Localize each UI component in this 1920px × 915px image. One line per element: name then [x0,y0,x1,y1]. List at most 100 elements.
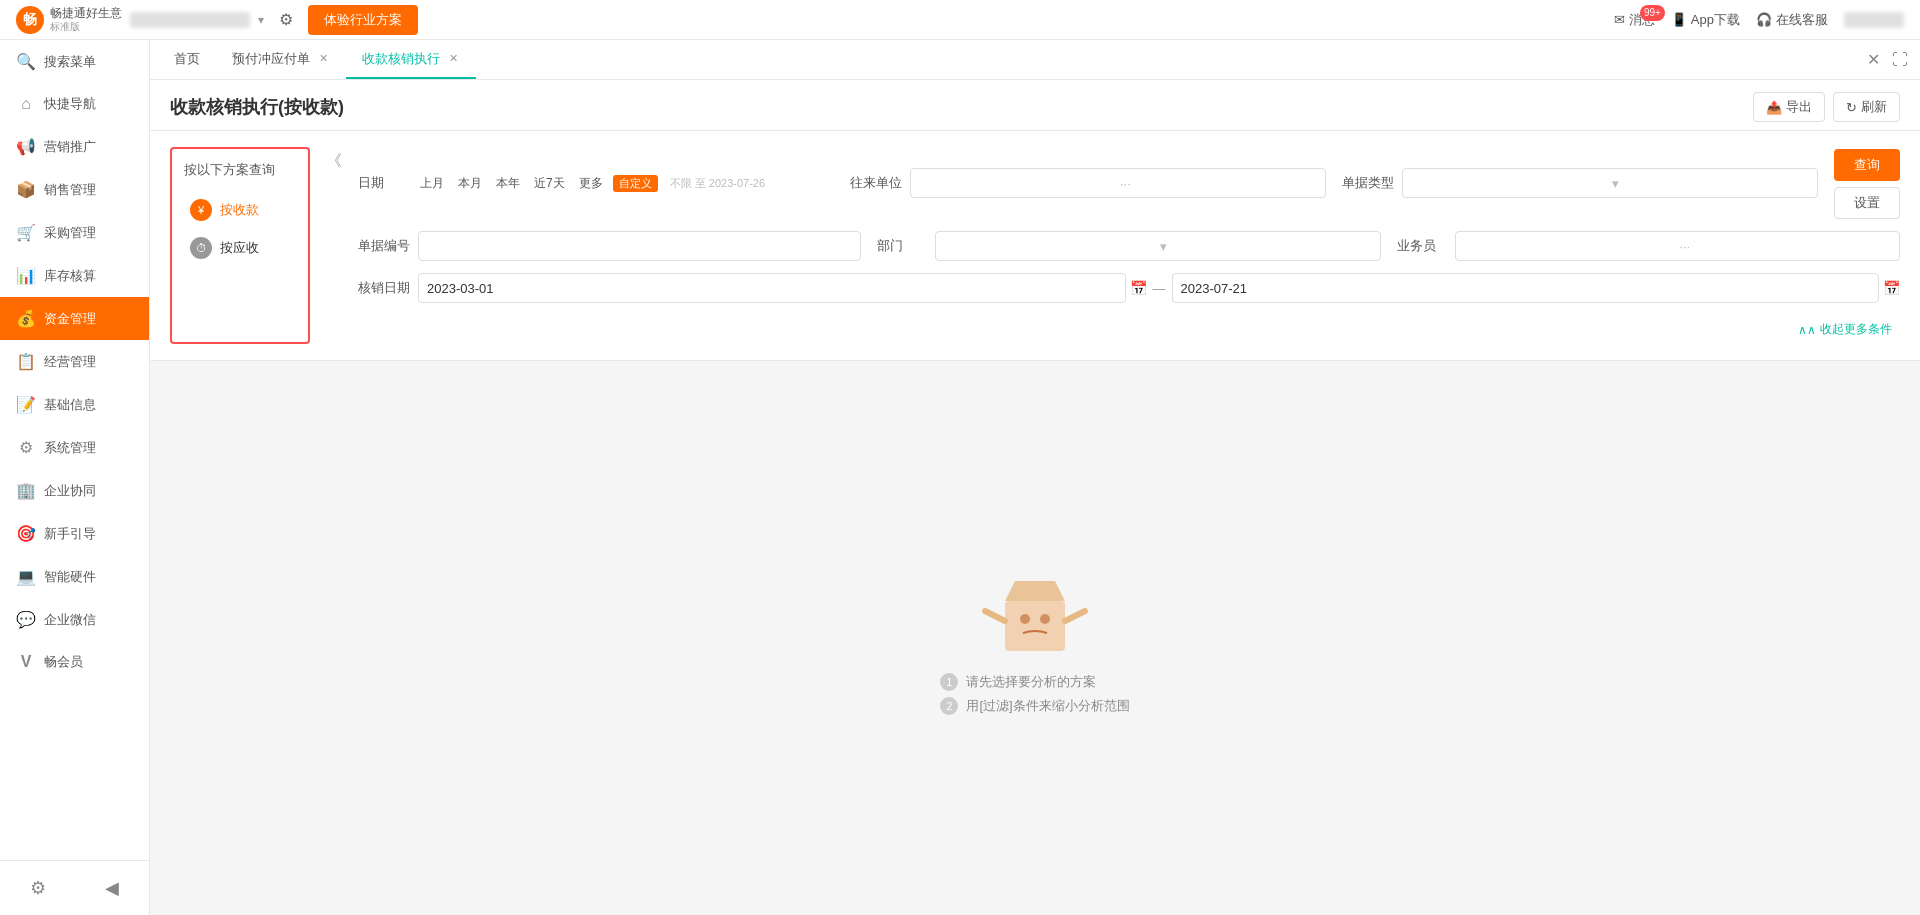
verify-date-end-input[interactable] [1172,273,1880,303]
member-icon: V [16,653,36,671]
quick-date-lastmonth[interactable]: 上月 [416,173,448,194]
quick-date-thismonth[interactable]: 本月 [454,173,486,194]
solution-button[interactable]: 体验行业方案 [308,5,418,35]
quick-date-more[interactable]: 更多 [575,173,607,194]
collapse-more-btn[interactable]: ∧∧ 收起更多条件 [1790,319,1900,340]
filter-option-by-receipt[interactable]: ¥ 按收款 [184,191,296,229]
tab-prepay-close[interactable]: ✕ [316,52,330,66]
quick-date-thisyear[interactable]: 本年 [492,173,524,194]
sidebar-item-hardware[interactable]: 💻 智能硬件 [0,555,149,598]
collapse-more-row: ∧∧ 收起更多条件 [358,315,1900,344]
sidebar-collapse-btn[interactable]: ◀ [97,873,127,903]
sidebar-label-member: 畅会员 [44,653,83,671]
app-download-action[interactable]: 📱 App下载 [1671,11,1740,29]
app-download-label: App下载 [1691,11,1740,29]
date-separator: — [1153,281,1166,296]
tab-expand-btn[interactable]: ⛶ [1888,47,1912,73]
brand-info: 畅捷通好生意 标准版 [50,6,122,32]
sidebar-label-operations: 经营管理 [44,353,96,371]
filter-main-fields: 日期 上月 本月 本年 近7天 更多 自定义 不限 至 2023-07-26 [358,147,1900,344]
top-header: 畅 畅捷通好生意 标准版 ▾ ⚙ 体验行业方案 ✉ 消息 99+ 📱 App下载… [0,0,1920,40]
empty-hint-1: 1 请先选择要分析的方案 [940,673,1129,691]
verify-date-start-wrap: 📅 [418,273,1147,303]
tab-verify-label: 收款核销执行 [362,50,440,68]
filter-sidebar-collapse-btn[interactable]: 《 [326,151,342,172]
hint-num-1: 1 [940,673,958,691]
header-right: ✉ 消息 99+ 📱 App下载 🎧 在线客服 [1614,11,1904,29]
sidebar-label-sysadmin: 系统管理 [44,439,96,457]
tab-verify-close[interactable]: ✕ [446,52,460,66]
empty-hints: 1 请先选择要分析的方案 2 用[过滤]条件来缩小分析范围 [940,673,1129,715]
quick-date-7days[interactable]: 近7天 [530,173,569,194]
sidebar-item-member[interactable]: V 畅会员 [0,641,149,683]
tab-content-area: 首页 预付冲应付单 ✕ 收款核销执行 ✕ ✕ ⛶ 收款核销执行(按收款) [150,40,1920,915]
tab-prepay[interactable]: 预付冲应付单 ✕ [216,40,346,79]
header-dropdown-icon[interactable]: ▾ [258,13,264,27]
custom-date-badge[interactable]: 自定义 [613,175,658,192]
wxwork-icon: 💬 [16,610,36,629]
settings-button[interactable]: 设置 [1834,187,1900,219]
filter-option-by-receivable[interactable]: ⏱ 按应收 [184,229,296,267]
sidebar-item-basicinfo[interactable]: 📝 基础信息 [0,383,149,426]
message-icon: ✉ [1614,12,1625,27]
staff-select[interactable]: ··· [1455,231,1900,261]
date-label: 日期 [358,174,408,192]
tab-home-label: 首页 [174,50,200,68]
empty-state: 1 请先选择要分析的方案 2 用[过滤]条件来缩小分析范围 [150,361,1920,915]
tab-close-all-btn[interactable]: ✕ [1863,46,1884,73]
brand-logo: 畅 [16,6,44,34]
sidebar-item-quicknav[interactable]: ⌂ 快捷导航 [0,83,149,125]
header-gear-button[interactable]: ⚙ [272,6,300,34]
sidebar-item-search[interactable]: 🔍 搜索菜单 [0,40,149,83]
export-button[interactable]: 📤 导出 [1753,92,1825,122]
calendar-start-icon[interactable]: 📅 [1130,280,1147,296]
quick-dates: 上月 本月 本年 近7天 更多 自定义 [416,173,658,194]
vouchertype-select[interactable]: ▾ [1402,168,1818,198]
refresh-button[interactable]: ↻ 刷新 [1833,92,1900,122]
operations-icon: 📋 [16,352,36,371]
online-service-action[interactable]: 🎧 在线客服 [1756,11,1828,29]
counterparty-select[interactable]: ··· [910,168,1326,198]
sidebar-item-inventory[interactable]: 📊 库存核算 [0,254,149,297]
svg-marker-1 [1005,581,1065,601]
sidebar-item-operations[interactable]: 📋 经营管理 [0,340,149,383]
voucherno-input[interactable] [418,231,861,261]
tab-verify[interactable]: 收款核销执行 ✕ [346,40,476,79]
sidebar-item-sales[interactable]: 📦 销售管理 [0,168,149,211]
user-area[interactable] [1844,12,1904,28]
svg-point-3 [1040,614,1050,624]
verifydate-label: 核销日期 [358,279,410,297]
header-blurred-company [130,12,250,28]
filter-verifydate-field: 核销日期 📅 — 📅 [358,273,1900,303]
voucherno-label: 单据编号 [358,237,410,255]
dept-select[interactable]: ▾ [935,231,1380,261]
counterparty-dots: ··· [1120,176,1317,191]
app-icon: 📱 [1671,12,1687,27]
svg-line-4 [985,611,1005,621]
export-icon: 📤 [1766,100,1782,115]
page-header: 收款核销执行(按收款) 📤 导出 ↻ 刷新 [150,80,1920,131]
sidebar-item-funds[interactable]: 💰 资金管理 [0,297,149,340]
sysadmin-icon: ⚙ [16,438,36,457]
sidebar-item-purchase[interactable]: 🛒 采购管理 [0,211,149,254]
sidebar-item-enterprise[interactable]: 🏢 企业协同 [0,469,149,512]
calendar-end-icon[interactable]: 📅 [1883,280,1900,296]
sidebar-label-hardware: 智能硬件 [44,568,96,586]
sidebar-settings-btn[interactable]: ⚙ [22,873,54,903]
sidebar-label-tutorial: 新手引导 [44,525,96,543]
svg-line-5 [1065,611,1085,621]
tab-home[interactable]: 首页 [158,40,216,79]
hint-num-2: 2 [940,697,958,715]
message-action[interactable]: ✉ 消息 99+ [1614,11,1655,29]
sidebar-item-tutorial[interactable]: 🎯 新手引导 [0,512,149,555]
header-left: 畅 畅捷通好生意 标准版 ▾ ⚙ 体验行业方案 [16,5,1614,35]
sidebar-item-marketing[interactable]: 📢 营销推广 [0,125,149,168]
query-button[interactable]: 查询 [1834,149,1900,181]
staff-label: 业务员 [1397,237,1447,255]
sidebar-label-search: 搜索菜单 [44,53,96,71]
verify-date-start-input[interactable] [418,273,1126,303]
sidebar-item-wxwork[interactable]: 💬 企业微信 [0,598,149,641]
verify-date-end-wrap: 📅 [1172,273,1901,303]
sidebar-item-sysadmin[interactable]: ⚙ 系统管理 [0,426,149,469]
basicinfo-icon: 📝 [16,395,36,414]
